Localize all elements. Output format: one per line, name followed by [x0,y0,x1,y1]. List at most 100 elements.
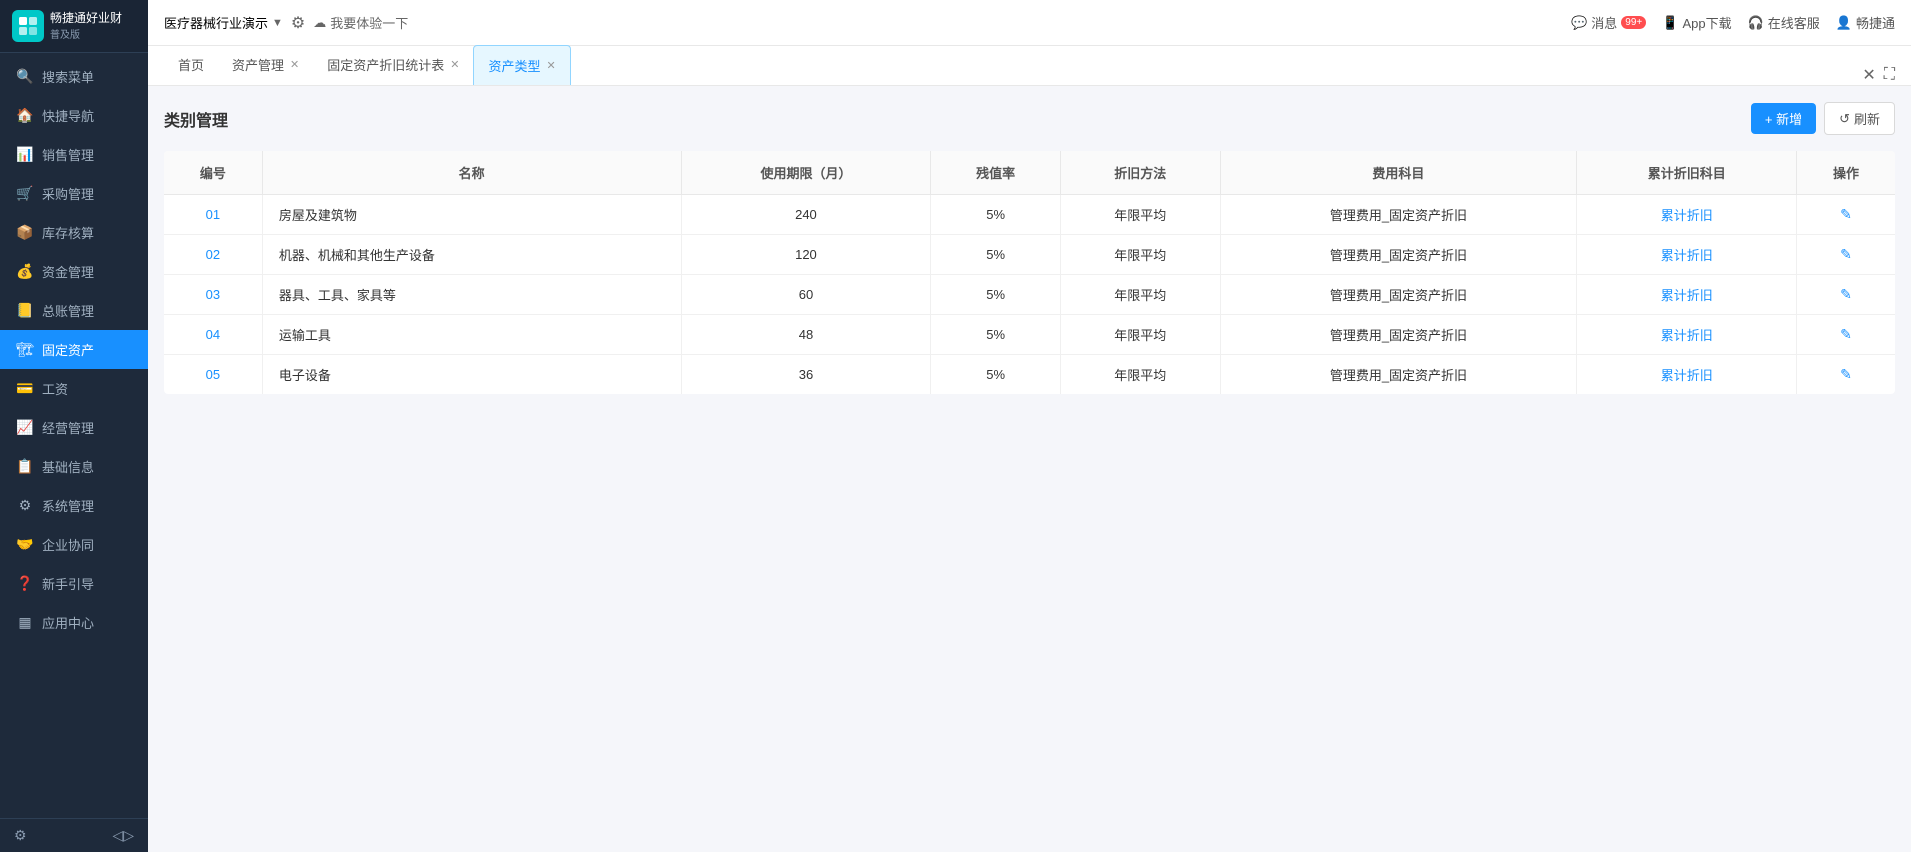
collapse-icon[interactable]: ◁▷ [112,827,134,844]
page-actions: + 新增 ↺ 刷新 [1751,102,1895,135]
new-btn[interactable]: + 新增 [1751,103,1816,134]
sidebar-item-label: 工资 [42,379,68,398]
funds-icon: 💰 [16,263,34,281]
action-cell[interactable]: ✎ [1797,195,1895,235]
sidebar-item-label: 资金管理 [42,262,94,281]
sidebar-nav: 🔍 搜索菜单🏠 快捷导航📊 销售管理🛒 采购管理📦 库存核算💰 资金管理📒 总账… [0,53,148,818]
experience-btn[interactable]: ☁ 我要体验一下 [313,13,408,32]
sidebar-item-system[interactable]: ⚙ 系统管理 [0,486,148,525]
action-cell[interactable]: ✎ [1797,315,1895,355]
table-row: 04运输工具485%年限平均管理费用_固定资产折旧累计折旧✎ [164,315,1895,355]
tab-asset-mgmt[interactable]: 资产管理✕ [218,45,313,85]
table-cell: 管理费用_固定资产折旧 [1220,195,1577,235]
message-btn[interactable]: 💬 消息 99+ [1571,13,1646,32]
table-cell: 5% [931,195,1061,235]
sidebar-item-search[interactable]: 🔍 搜索菜单 [0,57,148,96]
table-cell: 04 [164,315,262,355]
table-row: 02机器、机械和其他生产设备1205%年限平均管理费用_固定资产折旧累计折旧✎ [164,235,1895,275]
payroll-icon: 💳 [16,380,34,398]
message-icon: 💬 [1571,15,1587,31]
sidebar: 畅捷通好业财 普及版 🔍 搜索菜单🏠 快捷导航📊 销售管理🛒 采购管理📦 库存核… [0,0,148,852]
user-info[interactable]: 👤 畅捷通 [1836,13,1895,32]
inventory-icon: 📦 [16,224,34,242]
experience-icon: ☁ [313,15,326,31]
online-service-btn[interactable]: 🎧 在线客服 [1748,13,1820,32]
table-cell: 120 [681,235,931,275]
app-name: 畅捷通好业财 [50,11,122,27]
system-icon: ⚙ [16,497,34,515]
table-cell: 年限平均 [1060,275,1220,315]
sidebar-item-payroll[interactable]: 💳 工资 [0,369,148,408]
table-cell: 03 [164,275,262,315]
close-tab-icon[interactable]: ✕ [1862,65,1875,85]
table-row: 05电子设备365%年限平均管理费用_固定资产折旧累计折旧✎ [164,355,1895,395]
tabbar: 首页资产管理✕固定资产折旧统计表✕资产类型✕ ✕ ⛶ [148,46,1911,86]
expand-tab-icon[interactable]: ⛶ [1884,66,1895,84]
sidebar-item-app-center[interactable]: ▦ 应用中心 [0,603,148,642]
sidebar-item-business[interactable]: 📈 经营管理 [0,408,148,447]
app-name-dropdown[interactable]: 医疗器械行业演示 ▼ [164,13,283,32]
quick-nav-icon: 🏠 [16,107,34,125]
topbar-left: 医疗器械行业演示 ▼ ⚙ ☁ 我要体验一下 [164,13,408,33]
col-header: 残值率 [931,151,1061,195]
tab-asset-type[interactable]: 资产类型✕ [473,45,570,85]
table-cell: 管理费用_固定资产折旧 [1220,315,1577,355]
sidebar-item-cooperation[interactable]: 🤝 企业协同 [0,525,148,564]
sidebar-item-label: 新手引导 [42,574,94,593]
sidebar-item-guide[interactable]: ❓ 新手引导 [0,564,148,603]
col-header: 操作 [1797,151,1895,195]
tab-depreciation-table[interactable]: 固定资产折旧统计表 ✕ [313,45,473,85]
refresh-icon: ↺ [1839,111,1850,127]
sidebar-item-purchase[interactable]: 🛒 采购管理 [0,174,148,213]
table-cell: 年限平均 [1060,235,1220,275]
refresh-btn[interactable]: ↺ 刷新 [1824,102,1895,135]
table-row: 03器具、工具、家具等605%年限平均管理费用_固定资产折旧累计折旧✎ [164,275,1895,315]
app-center-icon: ▦ [16,614,34,632]
action-cell[interactable]: ✎ [1797,275,1895,315]
sidebar-item-general-ledger[interactable]: 📒 总账管理 [0,291,148,330]
sales-icon: 📊 [16,146,34,164]
table-cell: 房屋及建筑物 [262,195,681,235]
topbar-settings-icon[interactable]: ⚙ [291,13,305,33]
sidebar-item-quick-nav[interactable]: 🏠 快捷导航 [0,96,148,135]
page-title: 类别管理 [164,107,228,131]
logo-icon [12,10,44,42]
fixed-assets-icon: 🏗 [16,341,34,359]
col-header: 折旧方法 [1060,151,1220,195]
table-cell: 年限平均 [1060,355,1220,395]
main-content: 医疗器械行业演示 ▼ ⚙ ☁ 我要体验一下 💬 消息 99+ 📱 App下载 🎧… [148,0,1911,852]
col-header: 名称 [262,151,681,195]
table-cell: 60 [681,275,931,315]
table-header: 编号名称使用期限（月）残值率折旧方法费用科目累计折旧科目操作 [164,151,1895,195]
table-cell: 01 [164,195,262,235]
app-download-btn[interactable]: 📱 App下载 [1662,13,1731,32]
message-badge: 99+ [1621,16,1646,29]
sidebar-item-label: 搜索菜单 [42,67,94,86]
tab-close-icon[interactable]: ✕ [450,58,459,71]
action-cell[interactable]: ✎ [1797,355,1895,395]
dropdown-arrow-icon: ▼ [272,17,283,29]
sidebar-item-inventory[interactable]: 📦 库存核算 [0,213,148,252]
user-avatar-icon: 👤 [1836,15,1852,31]
table-cell: 累计折旧 [1577,275,1797,315]
tab-home[interactable]: 首页 [164,45,218,85]
sidebar-item-basic-info[interactable]: 📋 基础信息 [0,447,148,486]
sidebar-item-funds[interactable]: 💰 资金管理 [0,252,148,291]
tab-label: 固定资产折旧统计表 [327,55,444,74]
tab-close-icon[interactable]: ✕ [290,58,299,71]
sidebar-item-fixed-assets[interactable]: 🏗 固定资产 [0,330,148,369]
sidebar-item-label: 销售管理 [42,145,94,164]
sidebar-item-label: 固定资产 [42,340,94,359]
settings-icon[interactable]: ⚙ [14,827,27,844]
table-cell: 累计折旧 [1577,195,1797,235]
search-icon: 🔍 [16,68,34,86]
table-cell: 器具、工具、家具等 [262,275,681,315]
table-cell: 管理费用_固定资产折旧 [1220,275,1577,315]
action-cell[interactable]: ✎ [1797,235,1895,275]
business-icon: 📈 [16,419,34,437]
table-cell: 5% [931,355,1061,395]
tab-close-icon[interactable]: ✕ [547,59,556,72]
sidebar-item-sales[interactable]: 📊 销售管理 [0,135,148,174]
col-header: 使用期限（月） [681,151,931,195]
general-ledger-icon: 📒 [16,302,34,320]
